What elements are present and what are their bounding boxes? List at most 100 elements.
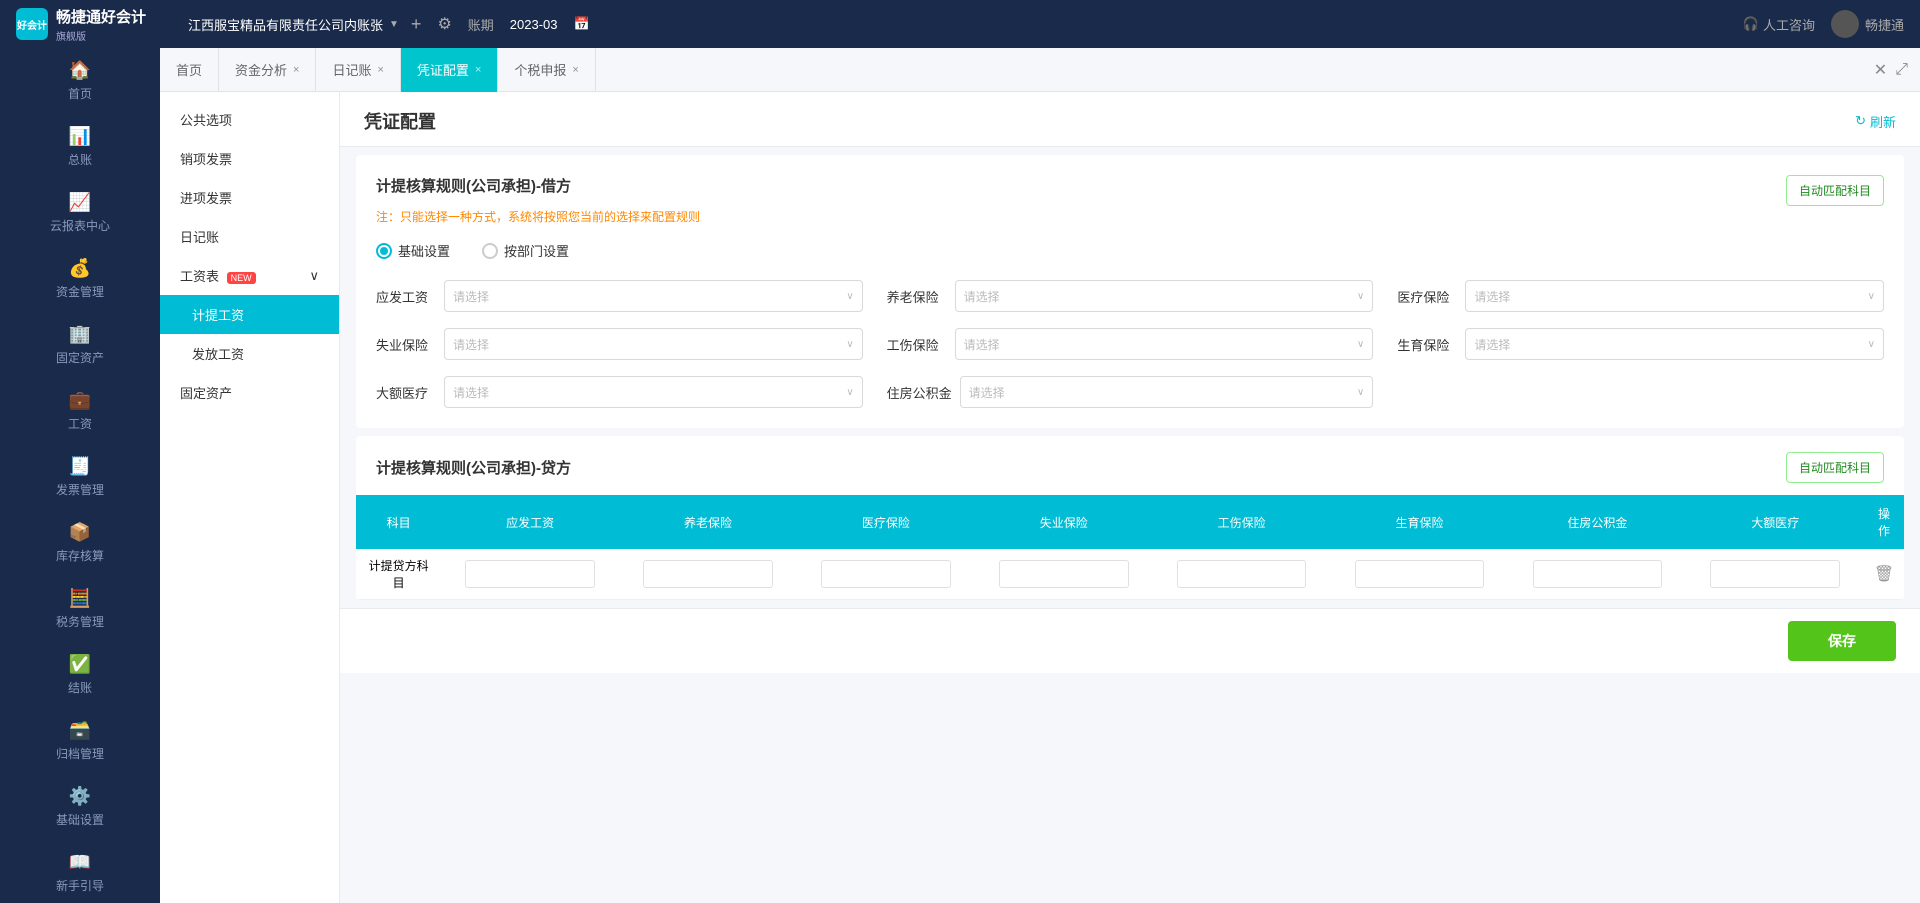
col-yfgz: 应发工资	[441, 495, 619, 549]
sidebar-item-archive[interactable]: 🗃️ 归档管理	[0, 708, 160, 774]
sidebar-item-ledger[interactable]: 📊 总账	[0, 114, 160, 180]
select-sybx2[interactable]: 请选择 ∨	[1465, 328, 1884, 360]
main-content: 凭证配置 ↻ 刷新 计提核算规则(公司承担)-借方 注：只能选择一种方式，系统将…	[340, 92, 1920, 903]
sidebar-item-label: 固定资产	[56, 349, 104, 366]
cell-ylbx	[619, 549, 797, 600]
chevron-down-icon: ∨	[846, 339, 853, 350]
company-selector[interactable]: 江西服宝精品有限责任公司内账张 ▼	[188, 15, 399, 34]
input-ylbx2[interactable]	[821, 560, 950, 588]
cell-action: 🗑	[1864, 549, 1904, 600]
form-label-ylbx2: 医疗保险	[1397, 287, 1457, 306]
sidebar-item-tax[interactable]: 🧮 税务管理	[0, 576, 160, 642]
sidebar-item-fund[interactable]: 💰 资金管理	[0, 246, 160, 312]
top-bar-right: 🎧 人工咨询 畅捷通	[1743, 10, 1904, 38]
credit-section-title: 计提核算规则(公司承担)-贷方	[376, 457, 571, 478]
left-nav-sales-invoice[interactable]: 销项发票	[160, 139, 339, 178]
sidebar-item-guide[interactable]: 📖 新手引导	[0, 840, 160, 903]
sidebar-item-home[interactable]: 🏠 首页	[0, 48, 160, 114]
top-bar: 好会计 畅捷通好会计 旗舰版 江西服宝精品有限责任公司内账张 ▼ + ⚙ 账期 …	[0, 0, 1920, 48]
table-row: 计提贷方科目 🗑	[356, 549, 1904, 600]
cell-ylbx2	[797, 549, 975, 600]
radio-dept-label: 按部门设置	[504, 241, 569, 260]
sidebar-item-label: 工资	[68, 415, 92, 432]
settings-icon[interactable]: ⚙	[437, 14, 451, 34]
save-button[interactable]: 保存	[1788, 621, 1896, 661]
radio-dept[interactable]: 按部门设置	[482, 241, 569, 260]
auto-match-debit-button[interactable]: 自动匹配科目	[1786, 175, 1884, 206]
chevron-down-icon: ∨	[1357, 291, 1364, 302]
select-deyly[interactable]: 请选择 ∨	[444, 376, 863, 408]
period-value: 2023-03	[510, 17, 558, 32]
sidebar-item-inventory[interactable]: 📦 库存核算	[0, 510, 160, 576]
radio-basic[interactable]: 基础设置	[376, 241, 450, 260]
maximize-icon[interactable]: ⤢	[1895, 61, 1908, 79]
tab-fund-analysis[interactable]: 资金分析 ×	[219, 48, 316, 92]
input-deyly[interactable]	[1710, 560, 1839, 588]
credit-section-header: 计提核算规则(公司承担)-贷方 自动匹配科目	[356, 436, 1904, 495]
user-area[interactable]: 畅捷通	[1831, 10, 1904, 38]
input-zfgjj[interactable]	[1533, 560, 1662, 588]
select-yfgz[interactable]: 请选择 ∨	[444, 280, 863, 312]
input-yfgz[interactable]	[465, 560, 594, 588]
warning-text: 注：只能选择一种方式，系统将按照您当前的选择来配置规则	[376, 208, 700, 225]
left-nav-payroll-table[interactable]: 工资表 NEW ∨	[160, 256, 339, 295]
tab-journal[interactable]: 日记账 ×	[316, 48, 400, 92]
left-nav-journal[interactable]: 日记账	[160, 217, 339, 256]
tab-label: 日记账	[332, 60, 371, 79]
sidebar-item-salary[interactable]: 💼 工资	[0, 378, 160, 444]
tab-tax[interactable]: 个税申报 ×	[498, 48, 595, 92]
sidebar-item-settings[interactable]: ⚙️ 基础设置	[0, 774, 160, 840]
select-gsbx[interactable]: 请选择 ∨	[955, 328, 1374, 360]
sidebar-item-invoice[interactable]: 🧾 发票管理	[0, 444, 160, 510]
left-nav-purchase-invoice[interactable]: 进项发票	[160, 178, 339, 217]
tab-home[interactable]: 首页	[160, 48, 219, 92]
input-gsbx[interactable]	[1177, 560, 1306, 588]
select-ylbx[interactable]: 请选择 ∨	[955, 280, 1374, 312]
select-sybx[interactable]: 请选择 ∨	[444, 328, 863, 360]
left-nav-accrual[interactable]: 计提工资	[160, 295, 339, 334]
table-header-row: 科目 应发工资 养老保险 医疗保险 失业保险 工伤保险 生育保险 住房公积金 大…	[356, 495, 1904, 549]
sidebar-item-report[interactable]: 📈 云报表中心	[0, 180, 160, 246]
form-label-sybx: 失业保险	[376, 335, 436, 354]
form-item-sybx: 失业保险 请选择 ∨	[376, 328, 863, 360]
left-nav-public[interactable]: 公共选项	[160, 100, 339, 139]
input-sybx[interactable]	[999, 560, 1128, 588]
input-sybx2[interactable]	[1355, 560, 1484, 588]
col-deyly: 大额医疗	[1686, 495, 1864, 549]
col-action: 操作	[1864, 495, 1904, 549]
select-ylbx2[interactable]: 请选择 ∨	[1465, 280, 1884, 312]
calendar-icon[interactable]: 📅	[574, 16, 590, 32]
page-title: 凭证配置	[364, 108, 436, 134]
col-ylbx2: 医疗保险	[797, 495, 975, 549]
close-tab-icon[interactable]: ×	[572, 64, 578, 76]
select-placeholder: 请选择	[964, 336, 1000, 353]
close-tab-icon[interactable]: ×	[293, 64, 299, 76]
logo-text: 畅捷通好会计	[56, 6, 146, 27]
add-button[interactable]: +	[411, 14, 422, 35]
select-placeholder: 请选择	[453, 288, 489, 305]
form-item-gsbx: 工伤保险 请选择 ∨	[887, 328, 1374, 360]
form-item-sybx2: 生育保险 请选择 ∨	[1397, 328, 1884, 360]
delete-row-button[interactable]: 🗑	[1874, 564, 1894, 584]
refresh-button[interactable]: ↻ 刷新	[1855, 112, 1896, 131]
input-ylbx[interactable]	[643, 560, 772, 588]
guide-icon: 📖	[69, 852, 91, 873]
tab-voucher-config[interactable]: 凭证配置 ×	[401, 48, 498, 92]
left-nav-fixed-asset[interactable]: 固定资产	[160, 373, 339, 412]
tab-bar-right: ✕ ⤢	[1862, 60, 1920, 80]
close-tab-icon[interactable]: ×	[475, 64, 481, 76]
sidebar-item-checkout[interactable]: ✅ 结账	[0, 642, 160, 708]
col-subject: 科目	[356, 495, 441, 549]
sidebar-item-label: 基础设置	[56, 811, 104, 828]
close-tab-icon[interactable]: ×	[377, 64, 383, 76]
sidebar-item-label: 总账	[68, 151, 92, 168]
select-zfgjj[interactable]: 请选择 ∨	[960, 376, 1374, 408]
select-placeholder: 请选择	[453, 384, 489, 401]
close-window-icon[interactable]: ✕	[1874, 60, 1887, 80]
debit-form-grid: 应发工资 请选择 ∨ 养老保险 请选择 ∨	[376, 280, 1884, 408]
service-button[interactable]: 🎧 人工咨询	[1743, 15, 1815, 34]
sidebar-item-asset[interactable]: 🏢 固定资产	[0, 312, 160, 378]
auto-match-credit-button[interactable]: 自动匹配科目	[1786, 452, 1884, 483]
left-nav-payment[interactable]: 发放工资	[160, 334, 339, 373]
home-icon: 🏠	[69, 60, 91, 81]
